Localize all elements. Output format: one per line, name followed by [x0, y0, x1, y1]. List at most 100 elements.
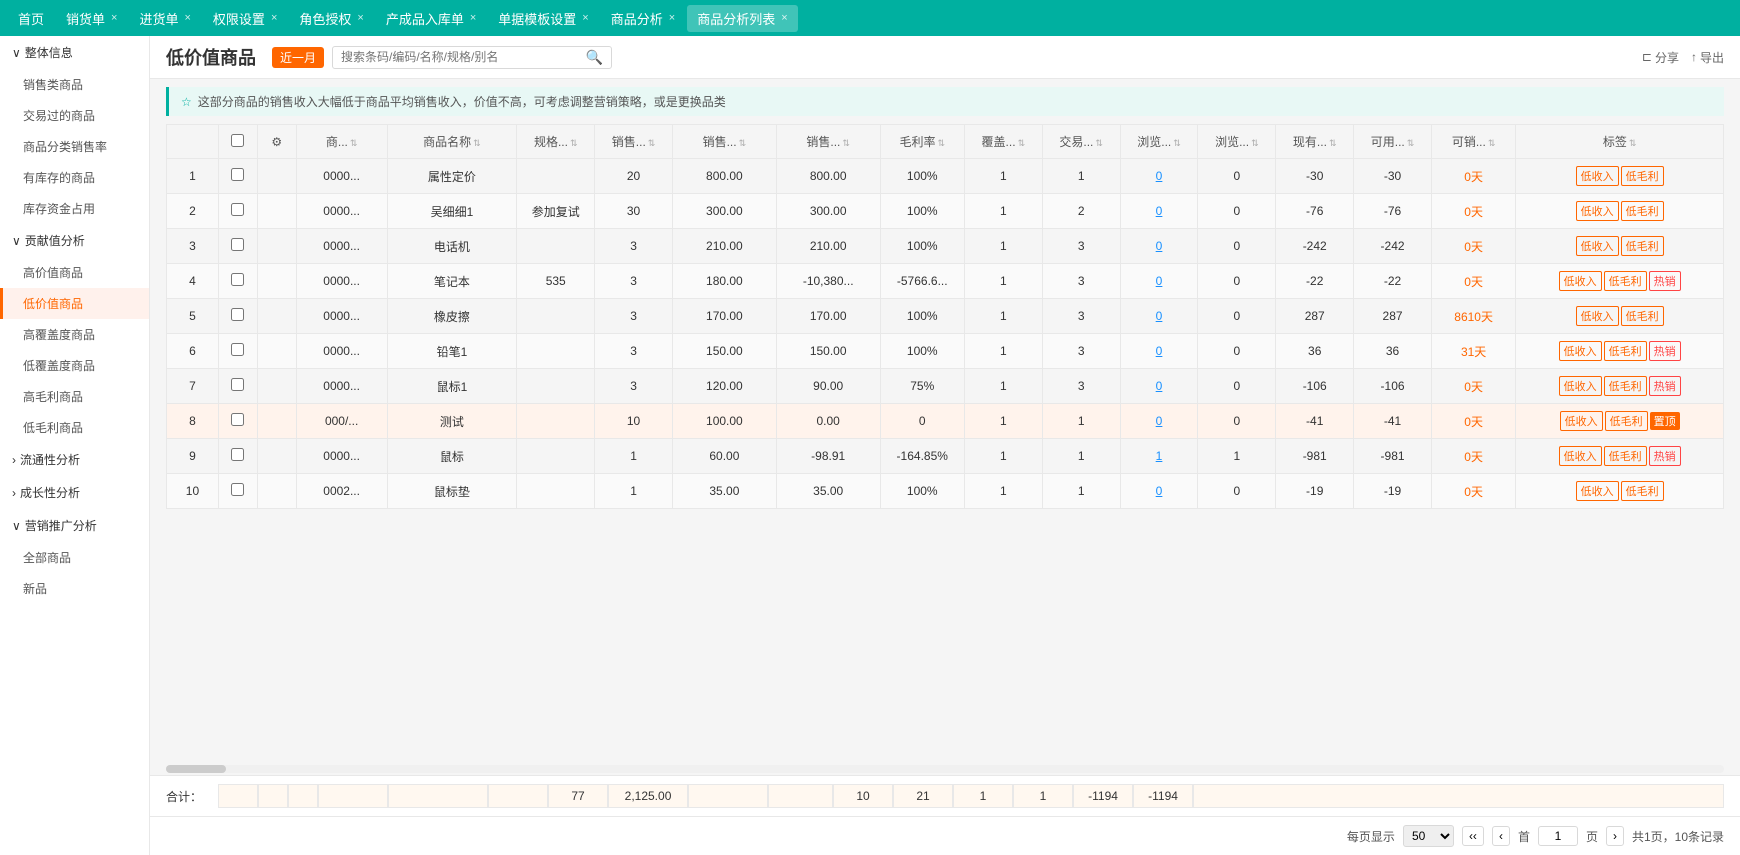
sidebar-item-category-sales-rate[interactable]: 商品分类销售率 [0, 131, 149, 162]
nav-template-settings[interactable]: 单据模板设置 × [488, 5, 598, 32]
row-checkbox[interactable] [231, 413, 244, 426]
cell-check[interactable] [218, 229, 257, 264]
nav-close-icon[interactable]: × [271, 12, 277, 24]
nav-close-icon[interactable]: × [357, 12, 363, 24]
sidebar-item-low-profit[interactable]: 低毛利商品 [0, 412, 149, 443]
cell-check[interactable] [218, 334, 257, 369]
th-sales-profit[interactable]: 销售...⇅ [776, 125, 880, 159]
cell-view1[interactable]: 0 [1120, 159, 1198, 194]
sidebar-item-stock-funds[interactable]: 库存资金占用 [0, 193, 149, 224]
cell-view1[interactable]: 0 [1120, 229, 1198, 264]
nav-home[interactable]: 首页 [8, 5, 54, 32]
th-salable[interactable]: 可销...⇅ [1431, 125, 1515, 159]
cell-view1[interactable]: 0 [1120, 334, 1198, 369]
sidebar-item-traded-products[interactable]: 交易过的商品 [0, 100, 149, 131]
cell-check[interactable] [218, 369, 257, 404]
nav-sales-order[interactable]: 销货单 × [56, 5, 127, 32]
cell-view1[interactable]: 0 [1120, 264, 1198, 299]
th-cover[interactable]: 覆盖...⇅ [964, 125, 1042, 159]
view1-link[interactable]: 0 [1156, 484, 1163, 498]
sidebar-group-title-flow[interactable]: › 流通性分析 [0, 443, 149, 476]
th-code[interactable]: 商...⇅ [296, 125, 387, 159]
nav-role-auth[interactable]: 角色授权 × [289, 5, 373, 32]
view1-link[interactable]: 0 [1156, 274, 1163, 288]
nav-product-analysis-list[interactable]: 商品分析列表 × [687, 5, 797, 32]
sidebar-item-high-profit[interactable]: 高毛利商品 [0, 381, 149, 412]
sidebar-group-title-contribution[interactable]: ∨ 贡献值分析 [0, 224, 149, 257]
th-avail[interactable]: 可用...⇅ [1354, 125, 1432, 159]
th-settings[interactable]: ⚙ [257, 125, 296, 159]
view1-link[interactable]: 1 [1156, 449, 1163, 463]
th-trade[interactable]: 交易...⇅ [1042, 125, 1120, 159]
cell-check[interactable] [218, 159, 257, 194]
sidebar-group-title-growth[interactable]: › 成长性分析 [0, 476, 149, 509]
nav-close-icon[interactable]: × [111, 12, 117, 24]
th-name[interactable]: 商品名称⇅ [387, 125, 517, 159]
th-spec[interactable]: 规格...⇅ [517, 125, 595, 159]
row-checkbox[interactable] [231, 168, 244, 181]
row-checkbox[interactable] [231, 448, 244, 461]
cell-view1[interactable]: 0 [1120, 194, 1198, 229]
export-button[interactable]: ↑ 导出 [1691, 49, 1724, 66]
sidebar-item-sales-products[interactable]: 销售类商品 [0, 69, 149, 100]
share-button[interactable]: ⊏ 分享 [1642, 49, 1679, 66]
view1-link[interactable]: 0 [1156, 239, 1163, 253]
cell-check[interactable] [218, 474, 257, 509]
row-checkbox[interactable] [231, 483, 244, 496]
cell-view1[interactable]: 0 [1120, 369, 1198, 404]
th-tag[interactable]: 标签⇅ [1516, 125, 1724, 159]
row-checkbox[interactable] [231, 378, 244, 391]
nav-purchase-order[interactable]: 进货单 × [129, 5, 200, 32]
view1-link[interactable]: 0 [1156, 204, 1163, 218]
sidebar-item-high-coverage[interactable]: 高覆盖度商品 [0, 319, 149, 350]
th-view1[interactable]: 浏览...⇅ [1120, 125, 1198, 159]
th-sales-amt[interactable]: 销售...⇅ [672, 125, 776, 159]
nav-close-icon[interactable]: × [781, 12, 787, 24]
cell-view1[interactable]: 0 [1120, 299, 1198, 334]
cell-view1[interactable]: 0 [1120, 404, 1198, 439]
horizontal-scrollbar[interactable] [166, 765, 1724, 773]
nav-close-icon[interactable]: × [582, 12, 588, 24]
table-container[interactable]: ⚙ 商...⇅ 商品名称⇅ 规格...⇅ 销售...⇅ 销售...⇅ 销售...… [150, 124, 1740, 763]
search-icon[interactable]: 🔍 [586, 49, 603, 66]
scrollbar-thumb[interactable] [166, 765, 226, 773]
row-checkbox[interactable] [231, 203, 244, 216]
sidebar-item-all-products[interactable]: 全部商品 [0, 542, 149, 573]
cell-check[interactable] [218, 264, 257, 299]
sidebar-item-low-value[interactable]: 低价值商品 [0, 288, 149, 319]
cell-check[interactable] [218, 194, 257, 229]
select-all-checkbox[interactable] [231, 134, 244, 147]
nav-product-analysis[interactable]: 商品分析 × [601, 5, 685, 32]
next-page-button[interactable]: › [1606, 826, 1624, 846]
row-checkbox[interactable] [231, 308, 244, 321]
nav-close-icon[interactable]: × [184, 12, 190, 24]
view1-link[interactable]: 0 [1156, 414, 1163, 428]
search-input[interactable] [341, 50, 582, 64]
nav-permission-settings[interactable]: 权限设置 × [203, 5, 287, 32]
row-checkbox[interactable] [231, 238, 244, 251]
nav-close-icon[interactable]: × [470, 12, 476, 24]
th-stock[interactable]: 现有...⇅ [1276, 125, 1354, 159]
page-number-input[interactable] [1538, 826, 1578, 846]
sidebar-group-title-marketing[interactable]: ∨ 营销推广分析 [0, 509, 149, 542]
sidebar-item-high-value[interactable]: 高价值商品 [0, 257, 149, 288]
cell-view1[interactable]: 1 [1120, 439, 1198, 474]
cell-check[interactable] [218, 404, 257, 439]
th-sales-qty[interactable]: 销售...⇅ [595, 125, 673, 159]
cell-view1[interactable]: 0 [1120, 474, 1198, 509]
row-checkbox[interactable] [231, 343, 244, 356]
th-gross-rate[interactable]: 毛利率⇅ [880, 125, 964, 159]
row-checkbox[interactable] [231, 273, 244, 286]
view1-link[interactable]: 0 [1156, 309, 1163, 323]
nav-product-inbound[interactable]: 产成品入库单 × [376, 5, 486, 32]
time-filter-button[interactable]: 近一月 [272, 47, 324, 68]
th-view2[interactable]: 浏览...⇅ [1198, 125, 1276, 159]
sidebar-item-stocked-products[interactable]: 有库存的商品 [0, 162, 149, 193]
sidebar-item-low-coverage[interactable]: 低覆盖度商品 [0, 350, 149, 381]
cell-check[interactable] [218, 439, 257, 474]
first-page-button[interactable]: ‹‹ [1462, 826, 1484, 846]
page-size-select[interactable]: 50 20 100 [1403, 825, 1454, 847]
cell-check[interactable] [218, 299, 257, 334]
view1-link[interactable]: 0 [1156, 379, 1163, 393]
prev-page-button[interactable]: ‹ [1492, 826, 1510, 846]
